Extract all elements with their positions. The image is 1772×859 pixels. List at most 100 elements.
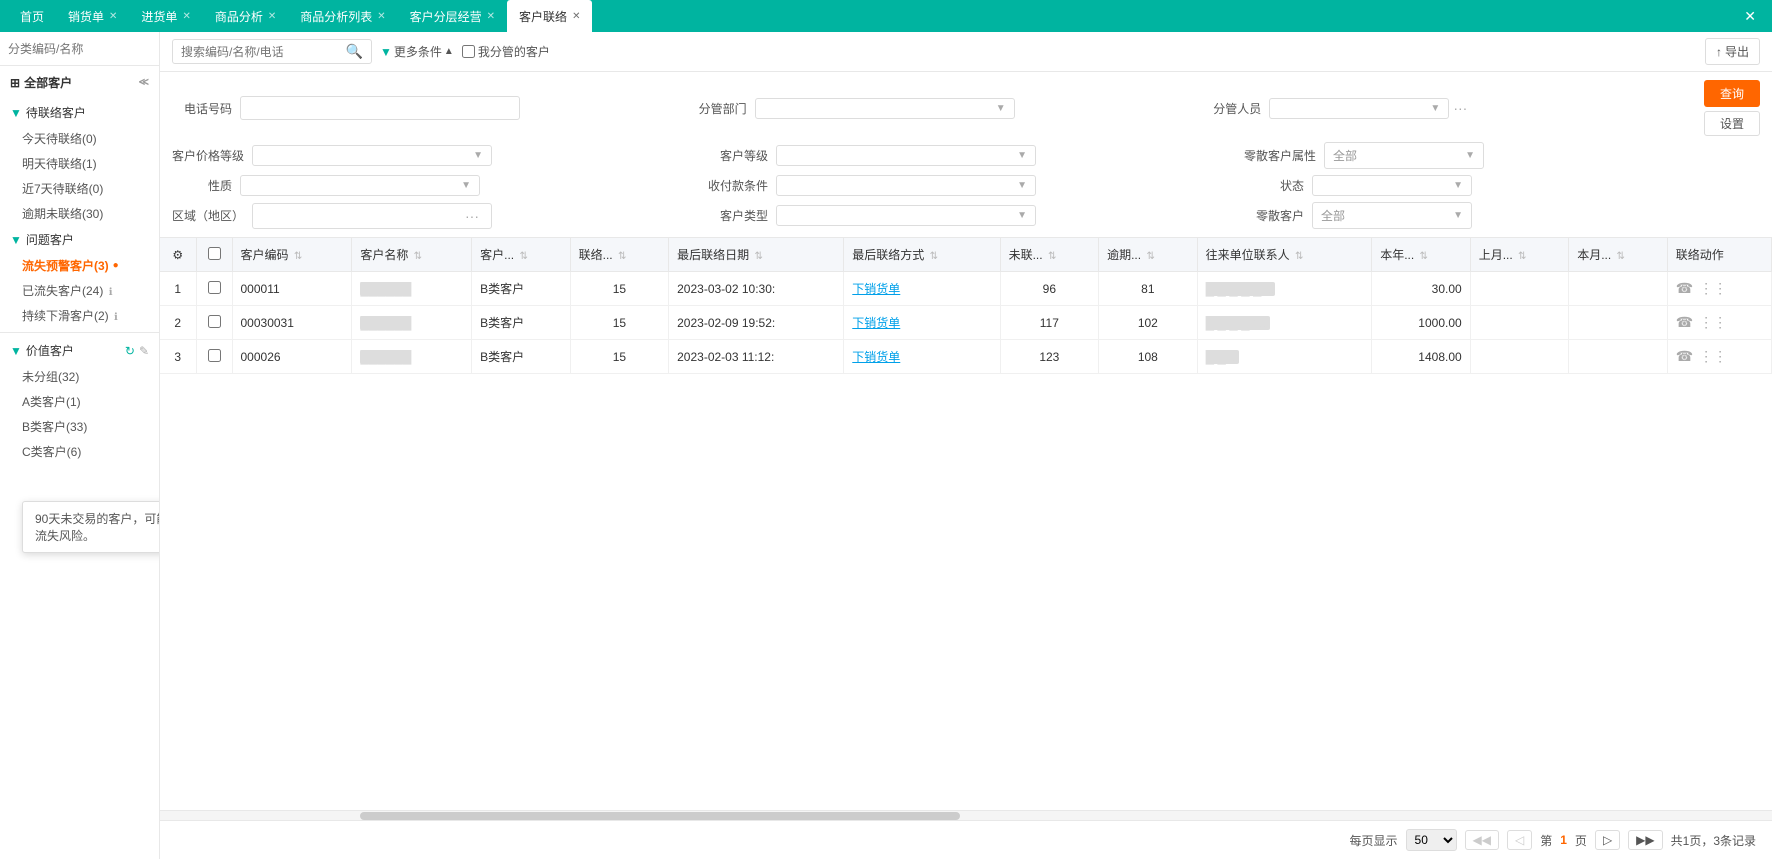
filter-zero-attr-select[interactable]: 全部 ▼ (1324, 142, 1484, 169)
export-button[interactable]: ↑ 导出 (1705, 38, 1760, 65)
filter-dept-select[interactable]: ▼ (755, 98, 1015, 119)
tab-product-analysis[interactable]: 商品分析 ✕ (203, 0, 288, 32)
window-close-icon[interactable]: ✕ (1736, 8, 1764, 25)
query-button[interactable]: 查询 (1704, 80, 1760, 107)
sidebar-item-class-b[interactable]: B类客户(33) (0, 414, 159, 439)
tab-purchase[interactable]: 进货单 ✕ (129, 0, 202, 32)
tab-customer-layers[interactable]: 客户分层经营 ✕ (398, 0, 507, 32)
filter-cell-region: 区域（地区） ··· (172, 203, 688, 229)
sidebar-search-input[interactable] (8, 42, 160, 56)
action-contact-icon-1[interactable]: ☎ (1676, 314, 1693, 331)
scrollbar-thumb[interactable] (360, 812, 960, 820)
my-customers-checkbox[interactable]: 我分管的客户 (462, 43, 550, 60)
sidebar-item-declining[interactable]: 持续下滑客户(2) ℹ (0, 303, 159, 328)
col-checkbox[interactable] (196, 238, 232, 272)
row-check-0[interactable] (208, 281, 221, 294)
refresh-icon[interactable]: ↻ (125, 344, 135, 358)
sidebar-item-ungrouped[interactable]: 未分组(32) (0, 364, 159, 389)
filter-phone-input[interactable] (240, 96, 520, 120)
row-lmonth-0 (1470, 272, 1569, 306)
filter-more-btn[interactable]: ▼ 更多条件 ▲ (380, 43, 454, 60)
filter-manager-select[interactable]: ▼ (1269, 98, 1449, 119)
sort-name-icon[interactable]: ⇅ (414, 251, 422, 262)
row-check-2[interactable] (208, 349, 221, 362)
sort-type-icon[interactable]: ⇅ (519, 251, 527, 262)
sort-code-icon[interactable]: ⇅ (294, 251, 302, 262)
filter-price-level-select[interactable]: ▼ (252, 145, 492, 166)
sidebar-item-churn-warning[interactable]: 流失预警客户(3) ● (0, 253, 159, 278)
sort-lmonth-icon[interactable]: ⇅ (1518, 251, 1526, 262)
tab-customer-contact[interactable]: 客户联络 ✕ (507, 0, 592, 32)
region-dots-icon[interactable]: ··· (461, 208, 483, 224)
sidebar-item-churned[interactable]: 已流失客户(24) ℹ (0, 278, 159, 303)
group-value-customers[interactable]: ▼ 价值客户 ↻ ✎ (0, 337, 159, 364)
sidebar-item-tomorrow[interactable]: 明天待联络(1) (0, 151, 159, 176)
my-customers-check[interactable] (462, 45, 475, 58)
tab-sales[interactable]: 销货单 ✕ (56, 0, 129, 32)
row-method-2[interactable]: 下销货单 (844, 340, 1000, 374)
sort-date-icon[interactable]: ⇅ (754, 251, 762, 262)
close-tab-sales[interactable]: ✕ (109, 11, 117, 22)
filter-gender-select[interactable]: ▼ (240, 175, 480, 196)
col-settings[interactable]: ⚙ (160, 238, 196, 272)
sidebar-root[interactable]: ⊞ 全部客户 ≪ (0, 66, 159, 99)
filter-status-select[interactable]: ▼ (1312, 175, 1472, 196)
manager-dots-icon[interactable]: ··· (1449, 100, 1471, 116)
sort-contact-person-icon[interactable]: ⇅ (1295, 251, 1303, 262)
setting-button[interactable]: 设置 (1704, 111, 1760, 136)
group-pending-contact[interactable]: ▼ 待联络客户 (0, 99, 159, 126)
close-tab-purchase[interactable]: ✕ (182, 11, 190, 22)
filter-cell-zero-attr: 零散客户属性 全部 ▼ (1244, 142, 1760, 169)
horizontal-scrollbar[interactable] (160, 810, 1772, 820)
sidebar-item-class-a[interactable]: A类客户(1) (0, 389, 159, 414)
action-more-icon-0[interactable]: ⋮⋮ (1699, 280, 1727, 297)
sidebar-item-class-c[interactable]: C类客户(6) (0, 439, 159, 464)
method-link-0[interactable]: 下销货单 (852, 282, 900, 296)
method-link-2[interactable]: 下销货单 (852, 350, 900, 364)
sort-year-icon[interactable]: ⇅ (1420, 251, 1428, 262)
select-all-checkbox[interactable] (208, 247, 221, 260)
edit-icon[interactable]: ✎ (139, 344, 149, 358)
action-more-icon-2[interactable]: ⋮⋮ (1699, 348, 1727, 365)
sidebar-item-today[interactable]: 今天待联络(0) (0, 126, 159, 151)
filter-level-select[interactable]: ▼ (776, 145, 1036, 166)
sort-month-icon[interactable]: ⇅ (1617, 251, 1625, 262)
tab-product-analysis-list[interactable]: 商品分析列表 ✕ (288, 0, 397, 32)
action-contact-icon-0[interactable]: ☎ (1676, 280, 1693, 297)
filter-zero-cust-select[interactable]: 全部 ▼ (1312, 202, 1472, 229)
sidebar-item-overdue[interactable]: 逾期未联络(30) (0, 201, 159, 226)
next-page-btn[interactable]: ▷ (1595, 830, 1620, 850)
row-method-1[interactable]: 下销货单 (844, 306, 1000, 340)
row-checkbox-0[interactable] (196, 272, 232, 306)
per-page-select[interactable]: 50 100 200 (1406, 829, 1457, 851)
prev-page-btn[interactable]: ◁ (1507, 830, 1532, 850)
row-method-0[interactable]: 下销货单 (844, 272, 1000, 306)
group-problem-customers[interactable]: ▼ 问题客户 (0, 226, 159, 253)
filter-cust-type-select[interactable]: ▼ (776, 205, 1036, 226)
close-tab-product-list[interactable]: ✕ (377, 11, 385, 22)
sort-overdue-icon[interactable]: ⇅ (1146, 251, 1154, 262)
toolbar-search-input[interactable] (181, 45, 346, 59)
first-page-btn[interactable]: ◀◀ (1465, 830, 1499, 850)
action-more-icon-1[interactable]: ⋮⋮ (1699, 314, 1727, 331)
sort-contact-icon[interactable]: ⇅ (618, 251, 626, 262)
row-checkbox-1[interactable] (196, 306, 232, 340)
close-tab-customer-layers[interactable]: ✕ (487, 11, 495, 22)
filter-payment-select[interactable]: ▼ (776, 175, 1036, 196)
method-link-1[interactable]: 下销货单 (852, 316, 900, 330)
action-contact-icon-2[interactable]: ☎ (1676, 348, 1693, 365)
close-tab-customer-contact[interactable]: ✕ (572, 11, 580, 22)
collapse-icon[interactable]: ≪ (139, 77, 149, 88)
row-check-1[interactable] (208, 315, 221, 328)
row-checkbox-2[interactable] (196, 340, 232, 374)
toolbar-search-icon[interactable]: 🔍 (346, 43, 363, 60)
sort-unlink-icon[interactable]: ⇅ (1048, 251, 1056, 262)
close-tab-product-analysis[interactable]: ✕ (268, 11, 276, 22)
tab-home[interactable]: 首页 (8, 0, 56, 32)
row-contact-2: 15 (570, 340, 669, 374)
filter-region-select[interactable]: ··· (252, 203, 492, 229)
sidebar-item-7days[interactable]: 近7天待联络(0) (0, 176, 159, 201)
last-page-btn[interactable]: ▶▶ (1628, 830, 1662, 850)
row-year-1: 1000.00 (1372, 306, 1471, 340)
sort-method-icon[interactable]: ⇅ (930, 251, 938, 262)
